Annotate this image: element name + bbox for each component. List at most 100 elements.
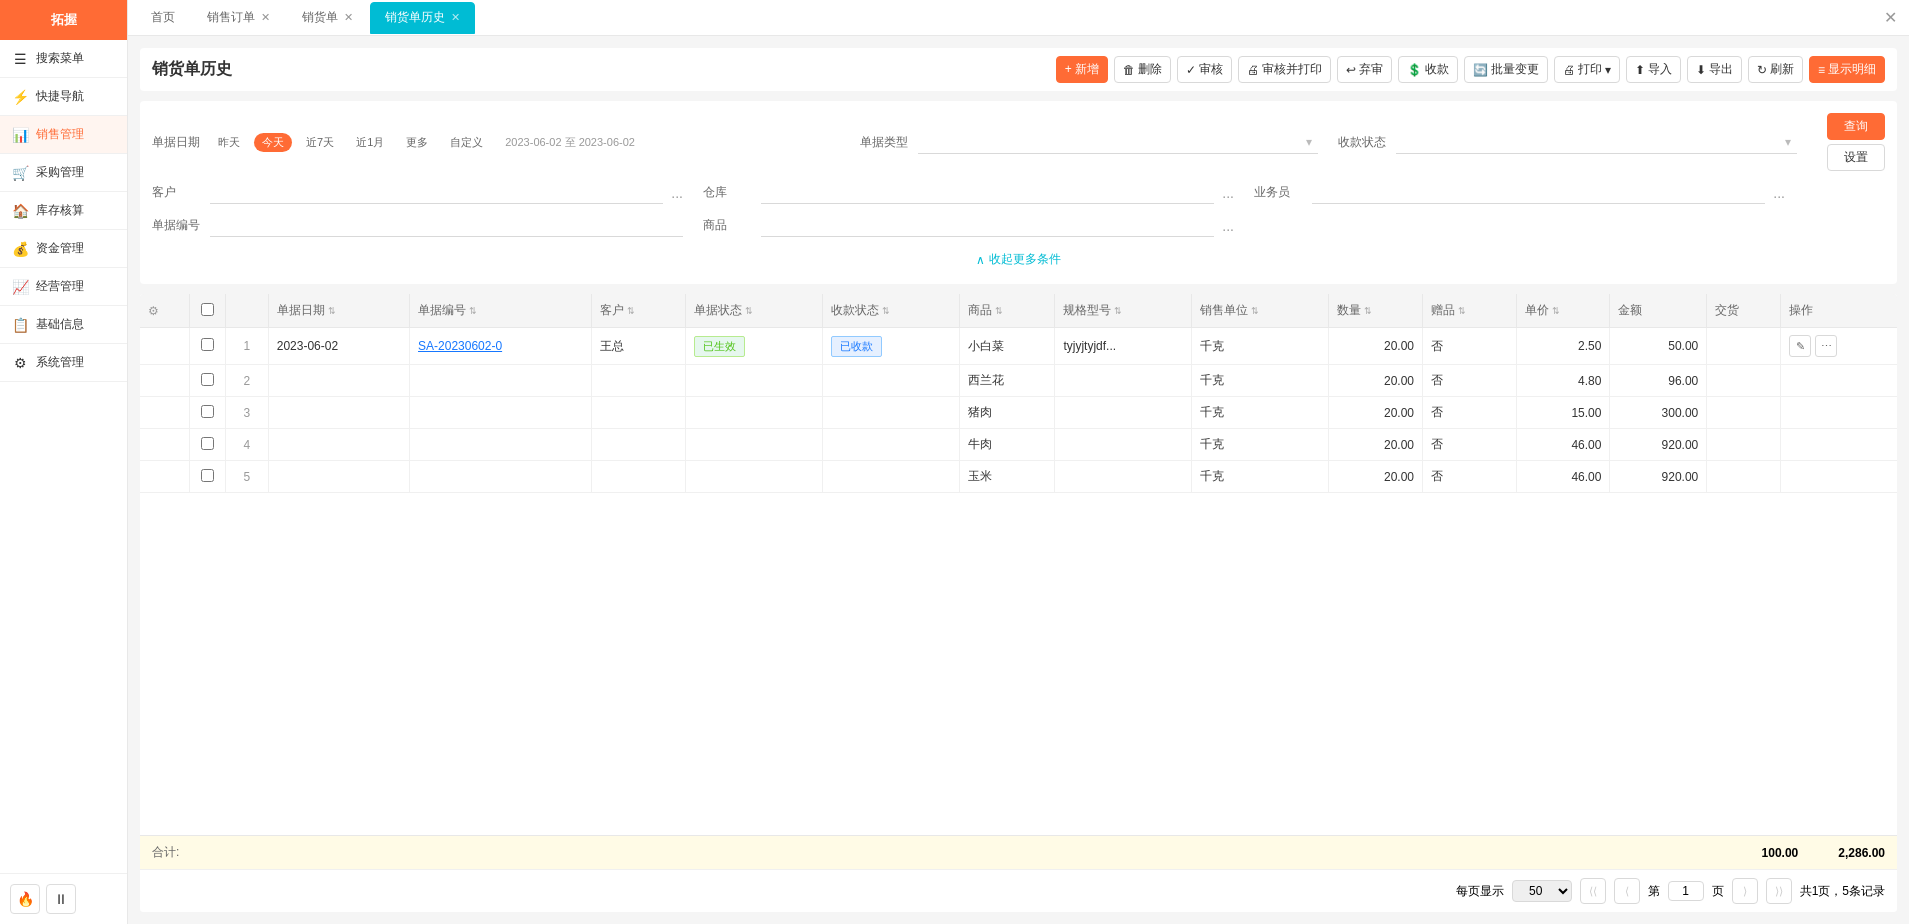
query-button[interactable]: 查询 <box>1827 113 1885 140</box>
th-gift[interactable]: 赠品 ⇅ <box>1423 294 1517 328</box>
salesperson-ellipsis[interactable]: ... <box>1773 185 1785 201</box>
row-no[interactable] <box>410 365 592 397</box>
tabs-bar-close-all[interactable]: ✕ <box>1880 4 1901 31</box>
row-checkbox[interactable] <box>201 373 214 386</box>
prev-page-button[interactable]: ⟨ <box>1614 878 1640 904</box>
audit-print-button[interactable]: 🖨 审核并打印 <box>1238 56 1331 83</box>
row-checkbox[interactable] <box>201 437 214 450</box>
import-button[interactable]: ⬆ 导入 <box>1626 56 1681 83</box>
first-page-button[interactable]: ⟨⟨ <box>1580 878 1606 904</box>
th-date[interactable]: 单据日期 ⇅ <box>268 294 409 328</box>
customer-input[interactable] <box>210 181 663 204</box>
salesperson-input[interactable] <box>1312 181 1765 204</box>
sidebar-item-sales[interactable]: 📊 销售管理 <box>0 116 127 154</box>
sidebar-item-purchase[interactable]: 🛒 采购管理 <box>0 154 127 192</box>
row-no[interactable] <box>410 429 592 461</box>
table-header-row: ⚙ 单据日期 ⇅ <box>140 294 1897 328</box>
tab-home[interactable]: 首页 <box>136 2 190 34</box>
row-qty: 20.00 <box>1329 365 1423 397</box>
warehouse-ellipsis[interactable]: ... <box>1222 185 1234 201</box>
pagination: 每页显示 50 100 200 ⟨⟨ ⟨ 第 页 ⟩ ⟩⟩ 共1页，5条记录 <box>140 869 1897 912</box>
table-scroll[interactable]: ⚙ 单据日期 ⇅ <box>140 294 1897 835</box>
row-checkbox[interactable] <box>201 405 214 418</box>
customer-ellipsis[interactable]: ... <box>671 185 683 201</box>
th-unit[interactable]: 销售单位 ⇅ <box>1192 294 1329 328</box>
tab-sales-delivery[interactable]: 销货单 ✕ <box>287 2 368 34</box>
th-product[interactable]: 商品 ⇅ <box>959 294 1055 328</box>
page-size-select[interactable]: 50 100 200 <box>1512 880 1572 902</box>
abandon-button[interactable]: ↩ 弃审 <box>1337 56 1392 83</box>
last-page-button[interactable]: ⟩⟩ <box>1766 878 1792 904</box>
row-seq: 1 <box>226 328 269 365</box>
batch-change-button[interactable]: 🔄 批量变更 <box>1464 56 1548 83</box>
row-trade <box>1707 461 1781 493</box>
date-tab-today[interactable]: 今天 <box>254 133 292 152</box>
sidebar-item-basic-info[interactable]: 📋 基础信息 <box>0 306 127 344</box>
page-unit: 页 <box>1712 883 1724 900</box>
warehouse-input[interactable] <box>761 181 1214 204</box>
row-no[interactable] <box>410 461 592 493</box>
collect-button[interactable]: 💲 收款 <box>1398 56 1458 83</box>
row-edit-button[interactable]: ✎ <box>1789 335 1811 357</box>
th-pay-status[interactable]: 收款状态 ⇅ <box>822 294 959 328</box>
delete-icon: 🗑 <box>1123 63 1135 77</box>
sidebar-item-label: 库存核算 <box>36 202 84 219</box>
sidebar-item-search-menu[interactable]: ☰ 搜索菜单 <box>0 40 127 78</box>
sidebar-item-finance[interactable]: 💰 资金管理 <box>0 230 127 268</box>
tab-sales-order-close[interactable]: ✕ <box>261 11 270 24</box>
row-spec: tyjyjtyjdf... <box>1055 328 1192 365</box>
date-tab-last-month[interactable]: 近1月 <box>348 133 392 152</box>
th-no[interactable]: 单据编号 ⇅ <box>410 294 592 328</box>
date-tab-custom[interactable]: 自定义 <box>442 133 491 152</box>
warehouse-label: 仓库 <box>703 184 753 201</box>
sidebar-item-operations[interactable]: 📈 经营管理 <box>0 268 127 306</box>
th-qty[interactable]: 数量 ⇅ <box>1329 294 1423 328</box>
row-checkbox[interactable] <box>201 469 214 482</box>
sidebar-pause-button[interactable]: ⏸ <box>46 884 76 914</box>
page-size-dropdown[interactable]: 50 100 200 <box>1512 880 1572 902</box>
date-tab-more[interactable]: 更多 <box>398 133 436 152</box>
product-ellipsis[interactable]: ... <box>1222 218 1234 234</box>
row-spec <box>1055 429 1192 461</box>
row-no[interactable] <box>410 397 592 429</box>
pay-status-select[interactable]: ▾ <box>1396 131 1797 154</box>
row-date <box>268 461 409 493</box>
delete-button[interactable]: 🗑 删除 <box>1114 56 1171 83</box>
tab-sales-history-close[interactable]: ✕ <box>451 11 460 24</box>
show-detail-button[interactable]: ≡ 显示明细 <box>1809 56 1885 83</box>
select-all-checkbox[interactable] <box>201 303 214 316</box>
print-button[interactable]: 🖨 打印 ▾ <box>1554 56 1620 83</box>
new-button[interactable]: + 新增 <box>1056 56 1108 83</box>
row-no[interactable]: SA-20230602-0 <box>410 328 592 365</box>
th-spec[interactable]: 规格型号 ⇅ <box>1055 294 1192 328</box>
th-doc-status[interactable]: 单据状态 ⇅ <box>685 294 822 328</box>
sidebar-item-quick-nav[interactable]: ⚡ 快捷导航 <box>0 78 127 116</box>
date-tab-yesterday[interactable]: 昨天 <box>210 133 248 152</box>
th-customer[interactable]: 客户 ⇅ <box>592 294 686 328</box>
sidebar-item-system[interactable]: ⚙ 系统管理 <box>0 344 127 382</box>
refresh-button[interactable]: ↻ 刷新 <box>1748 56 1803 83</box>
row-more-button[interactable]: ⋯ <box>1815 335 1837 357</box>
operations-icon: 📈 <box>12 279 28 295</box>
row-gear <box>140 397 190 429</box>
settings-button[interactable]: 设置 <box>1827 144 1885 171</box>
export-button[interactable]: ⬇ 导出 <box>1687 56 1742 83</box>
sidebar-fire-button[interactable]: 🔥 <box>10 884 40 914</box>
doc-no-input[interactable] <box>210 214 683 237</box>
th-price[interactable]: 单价 ⇅ <box>1516 294 1610 328</box>
row-checkbox[interactable] <box>201 338 214 351</box>
th-checkbox[interactable] <box>190 294 226 328</box>
tab-sales-order[interactable]: 销售订单 ✕ <box>192 2 285 34</box>
date-tab-last7[interactable]: 近7天 <box>298 133 342 152</box>
audit-button[interactable]: ✓ 审核 <box>1177 56 1232 83</box>
next-page-button[interactable]: ⟩ <box>1732 878 1758 904</box>
doc-no-link[interactable]: SA-20230602-0 <box>418 339 502 353</box>
doc-type-select[interactable]: ▾ <box>918 131 1319 154</box>
product-input[interactable] <box>761 214 1214 237</box>
th-gear[interactable]: ⚙ <box>140 294 190 328</box>
sidebar-item-inventory[interactable]: 🏠 库存核算 <box>0 192 127 230</box>
filter-collapse[interactable]: ∧ 收起更多条件 <box>152 247 1885 272</box>
tab-sales-delivery-close[interactable]: ✕ <box>344 11 353 24</box>
page-number-input[interactable] <box>1668 881 1704 901</box>
tab-sales-history[interactable]: 销货单历史 ✕ <box>370 2 475 34</box>
